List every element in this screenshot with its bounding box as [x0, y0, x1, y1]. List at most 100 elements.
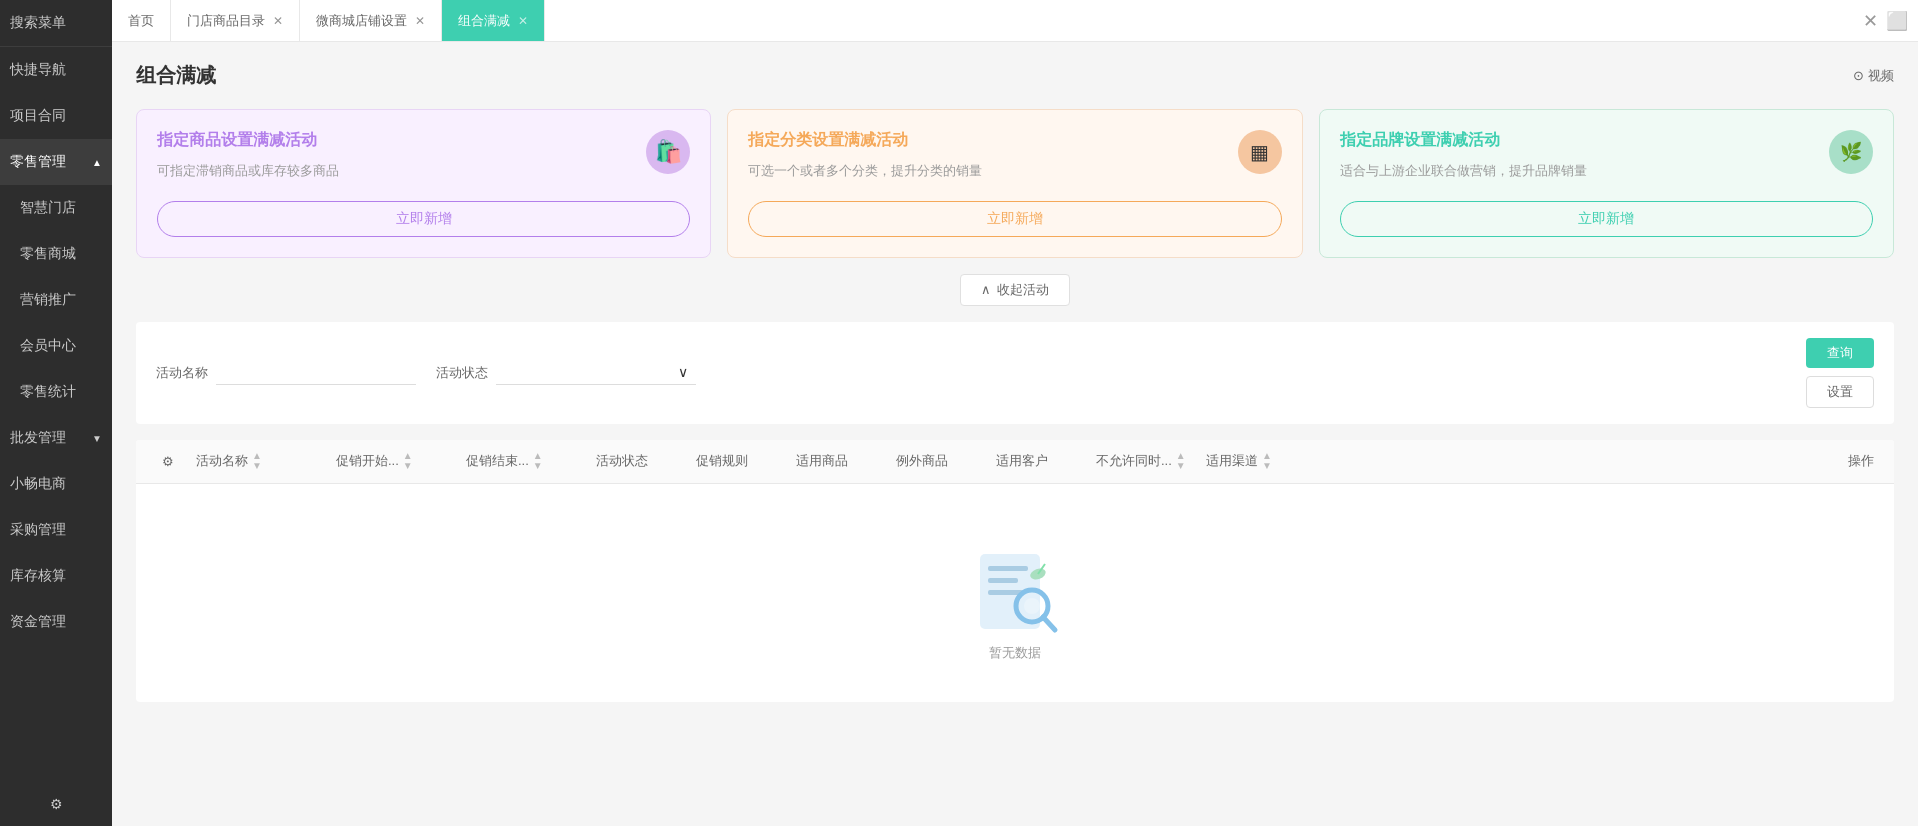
sidebar-item-label: 批发管理 [10, 429, 66, 447]
tab-close-icon[interactable]: ✕ [273, 14, 283, 28]
category-card-title: 指定分类设置满减活动 [748, 130, 1281, 151]
tab-combo-discount[interactable]: 组合满减 ✕ [442, 0, 545, 41]
empty-text: 暂无数据 [989, 644, 1041, 662]
brand-card-add-button[interactable]: 立即新增 [1340, 201, 1873, 237]
th-label: 适用渠道 [1206, 452, 1258, 470]
data-table: ⚙ 活动名称 ▲▼ 促销开始... ▲▼ 促销结束... ▲▼ 活动状态 促销 [136, 440, 1894, 702]
sort-icon: ▲▼ [533, 451, 543, 471]
th-not-allow: 不允许同时... ▲▼ [1088, 451, 1198, 471]
video-link[interactable]: ⊙ 视频 [1853, 67, 1894, 85]
th-label: 促销规则 [696, 452, 748, 470]
activity-status-field: 活动状态 ∨ [436, 360, 696, 385]
sidebar-item-quick-nav[interactable]: 快捷导航 [0, 47, 112, 93]
sidebar-item-marketing[interactable]: 营销推广 [0, 277, 112, 323]
sidebar: 搜索菜单 快捷导航 项目合同 零售管理 ▲ 智慧门店 零售商城 营销推广 会员中… [0, 0, 112, 826]
chevron-down-icon: ∨ [678, 364, 688, 380]
sidebar-item-retail-mall[interactable]: 零售商城 [0, 231, 112, 277]
th-label: 不允许同时... [1096, 452, 1172, 470]
svg-point-6 [1024, 598, 1040, 614]
chevron-down-icon: ▼ [92, 433, 102, 444]
activity-name-field: 活动名称 [156, 361, 416, 385]
th-label: 促销结束... [466, 452, 529, 470]
sidebar-search[interactable]: 搜索菜单 [0, 0, 112, 47]
tab-bar: 首页 门店商品目录 ✕ 微商城店铺设置 ✕ 组合满减 ✕ ✕ ⬜ [112, 0, 1918, 42]
table-header: ⚙ 活动名称 ▲▼ 促销开始... ▲▼ 促销结束... ▲▼ 活动状态 促销 [136, 440, 1894, 484]
sidebar-item-project-contract[interactable]: 项目合同 [0, 93, 112, 139]
sidebar-item-xiaochangec[interactable]: 小畅电商 [0, 461, 112, 507]
video-label: 视频 [1868, 67, 1894, 85]
activity-name-label: 活动名称 [156, 364, 208, 382]
sidebar-item-label: 小畅电商 [10, 475, 66, 493]
sidebar-item-label: 营销推广 [20, 291, 76, 309]
sidebar-item-purchase-mgmt[interactable]: 采购管理 [0, 507, 112, 553]
th-activity-name: 活动名称 ▲▼ [188, 451, 328, 471]
sidebar-item-label: 快捷导航 [10, 61, 66, 79]
sidebar-item-wholesale-mgmt[interactable]: 批发管理 ▼ [0, 415, 112, 461]
collapse-activities-button[interactable]: ∧ 收起活动 [960, 274, 1070, 306]
sidebar-item-label: 资金管理 [10, 613, 66, 631]
tab-home[interactable]: 首页 [112, 0, 171, 41]
goods-card-add-button[interactable]: 立即新增 [157, 201, 690, 237]
th-applicable-goods: 适用商品 [788, 452, 888, 470]
sidebar-item-label: 零售商城 [20, 245, 76, 263]
brand-card-title: 指定品牌设置满减活动 [1340, 130, 1873, 151]
brand-card-icon: 🌿 [1829, 130, 1873, 174]
tab-label: 门店商品目录 [187, 12, 265, 30]
goods-card-desc: 可指定滞销商品或库存较多商品 [157, 161, 690, 181]
category-card-add-button[interactable]: 立即新增 [748, 201, 1281, 237]
sidebar-item-member-center[interactable]: 会员中心 [0, 323, 112, 369]
chevron-up-icon: ▲ [92, 157, 102, 168]
activity-status-select[interactable]: ∨ [496, 360, 696, 385]
category-activity-card: ▦ 指定分类设置满减活动 可选一个或者多个分类，提升分类的销量 立即新增 [727, 109, 1302, 258]
th-label: 活动状态 [596, 452, 648, 470]
search-actions: 查询 设置 [1806, 338, 1874, 408]
goods-card-title: 指定商品设置满减活动 [157, 130, 690, 151]
sidebar-item-label: 零售管理 [10, 153, 66, 171]
brand-activity-card: 🌿 指定品牌设置满减活动 适合与上游企业联合做营销，提升品牌销量 立即新增 [1319, 109, 1894, 258]
page-content: 组合满减 ⊙ 视频 🛍️ 指定商品设置满减活动 可指定滞销商品或库存较多商品 立… [112, 42, 1918, 826]
th-gear[interactable]: ⚙ [148, 454, 188, 469]
th-promo-end: 促销结束... ▲▼ [458, 451, 588, 471]
th-label: 操作 [1848, 452, 1874, 470]
play-circle-icon: ⊙ [1853, 68, 1864, 83]
query-button[interactable]: 查询 [1806, 338, 1874, 368]
sidebar-item-retail-management[interactable]: 零售管理 ▲ [0, 139, 112, 185]
maximize-window-button[interactable]: ⬜ [1886, 10, 1908, 32]
sidebar-item-label: 库存核算 [10, 567, 66, 585]
sidebar-item-inventory-calc[interactable]: 库存核算 [0, 553, 112, 599]
th-action: 操作 [1308, 452, 1882, 470]
th-label: 活动名称 [196, 452, 248, 470]
svg-rect-2 [988, 578, 1018, 583]
tab-label: 组合满减 [458, 12, 510, 30]
sidebar-item-label: 项目合同 [10, 107, 66, 125]
sidebar-item-smart-store[interactable]: 智慧门店 [0, 185, 112, 231]
sidebar-item-label: 智慧门店 [20, 199, 76, 217]
sidebar-item-finance-mgmt[interactable]: 资金管理 [0, 599, 112, 645]
sort-icon: ▲▼ [403, 451, 413, 471]
tab-close-icon[interactable]: ✕ [415, 14, 425, 28]
th-label: 促销开始... [336, 452, 399, 470]
brand-card-desc: 适合与上游企业联合做营销，提升品牌销量 [1340, 161, 1873, 181]
sidebar-item-retail-stats[interactable]: 零售统计 [0, 369, 112, 415]
tab-label: 微商城店铺设置 [316, 12, 407, 30]
empty-state: 暂无数据 [136, 484, 1894, 702]
tab-close-icon[interactable]: ✕ [518, 14, 528, 28]
th-activity-status: 活动状态 [588, 452, 688, 470]
activity-name-input[interactable] [216, 361, 416, 385]
goods-card-icon: 🛍️ [646, 130, 690, 174]
activity-status-label: 活动状态 [436, 364, 488, 382]
sidebar-settings-btn[interactable]: ⚙ [0, 782, 112, 826]
page-header: 组合满减 ⊙ 视频 [136, 62, 1894, 89]
th-promo-rule: 促销规则 [688, 452, 788, 470]
sort-icon: ▲▼ [252, 451, 262, 471]
th-promo-start: 促销开始... ▲▼ [328, 451, 458, 471]
sidebar-item-label: 采购管理 [10, 521, 66, 539]
tab-store-catalog[interactable]: 门店商品目录 ✕ [171, 0, 300, 41]
empty-illustration [960, 544, 1070, 644]
tab-wechat-store[interactable]: 微商城店铺设置 ✕ [300, 0, 442, 41]
svg-line-5 [1043, 617, 1055, 630]
close-window-button[interactable]: ✕ [1863, 10, 1878, 32]
search-bar: 活动名称 活动状态 ∨ 查询 设置 [136, 322, 1894, 424]
setting-button[interactable]: 设置 [1806, 376, 1874, 408]
tab-bar-actions: ✕ ⬜ [1853, 10, 1918, 32]
